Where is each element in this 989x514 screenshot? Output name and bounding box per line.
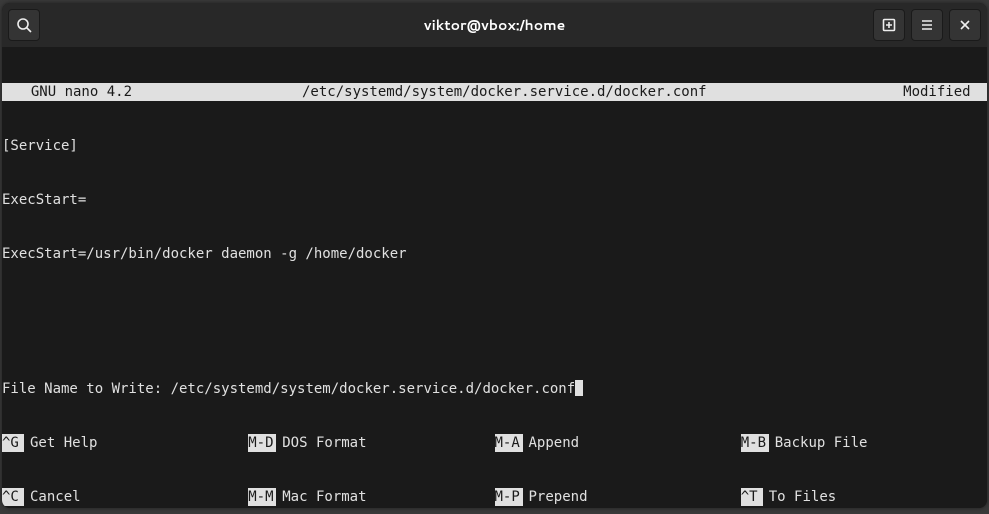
hamburger-icon: [919, 17, 935, 33]
window-title: viktor@vbox:/home: [424, 15, 566, 35]
menu-button[interactable]: [911, 9, 943, 41]
titlebar: viktor@vbox:/home: [2, 3, 987, 47]
shortcut-to-files: ^TTo Files: [741, 488, 987, 506]
shortcut-key: M-M: [248, 488, 276, 506]
content-line: ExecStart=/usr/bin/docker daemon -g /hom…: [2, 245, 987, 263]
shortcut-key: ^T: [741, 488, 763, 506]
shortcut-key: M-B: [741, 434, 769, 452]
shortcut-row: ^CCancel M-MMac Format M-PPrepend ^TTo F…: [2, 488, 987, 506]
nano-status: Modified: [903, 83, 987, 101]
search-icon: [16, 17, 32, 33]
shortcut-key: ^G: [2, 434, 24, 452]
shortcut-label: DOS Format: [276, 434, 366, 452]
nano-content: [Service] ExecStart= ExecStart=/usr/bin/…: [2, 101, 987, 299]
shortcut-append: M-AAppend: [495, 434, 741, 452]
content-line: ExecStart=: [2, 191, 987, 209]
close-button[interactable]: [949, 9, 981, 41]
shortcut-key: M-D: [248, 434, 276, 452]
nano-header: GNU nano 4.2 /etc/systemd/system/docker.…: [2, 83, 987, 101]
close-icon: [957, 17, 973, 33]
shortcut-label: Append: [523, 434, 580, 452]
shortcut-prepend: M-PPrepend: [495, 488, 741, 506]
shortcut-row: ^GGet Help M-DDOS Format M-AAppend M-BBa…: [2, 434, 987, 452]
new-tab-icon: [881, 17, 897, 33]
shortcut-dos-format: M-DDOS Format: [248, 434, 494, 452]
nano-prompt[interactable]: File Name to Write: /etc/systemd/system/…: [2, 380, 987, 398]
shortcut-key: ^C: [2, 488, 24, 506]
shortcut-cancel: ^CCancel: [2, 488, 248, 506]
prompt-input-value[interactable]: /etc/systemd/system/docker.service.d/doc…: [171, 380, 576, 398]
text-cursor: [575, 380, 583, 396]
shortcut-key: M-A: [495, 434, 523, 452]
search-button[interactable]: [8, 9, 40, 41]
terminal-area[interactable]: GNU nano 4.2 /etc/systemd/system/docker.…: [2, 47, 987, 508]
terminal-window: viktor@vbox:/home GNU nano 4.2 /etc/syst…: [2, 3, 987, 508]
shortcut-mac-format: M-MMac Format: [248, 488, 494, 506]
shortcut-label: Backup File: [769, 434, 868, 452]
shortcut-label: Prepend: [523, 488, 588, 506]
shortcut-label: Cancel: [24, 488, 81, 506]
nano-app-name: GNU nano 4.2: [2, 83, 302, 101]
content-line: [Service]: [2, 137, 987, 155]
empty-area: [2, 299, 987, 380]
shortcut-label: To Files: [763, 488, 836, 506]
shortcut-label: Mac Format: [276, 488, 366, 506]
new-tab-button[interactable]: [873, 9, 905, 41]
prompt-label: File Name to Write:: [2, 380, 171, 398]
shortcut-label: Get Help: [24, 434, 97, 452]
nano-file-name: /etc/systemd/system/docker.service.d/doc…: [302, 83, 903, 101]
nano-shortcuts: ^GGet Help M-DDOS Format M-AAppend M-BBa…: [2, 398, 987, 508]
shortcut-get-help: ^GGet Help: [2, 434, 248, 452]
shortcut-backup-file: M-BBackup File: [741, 434, 987, 452]
shortcut-key: M-P: [495, 488, 523, 506]
